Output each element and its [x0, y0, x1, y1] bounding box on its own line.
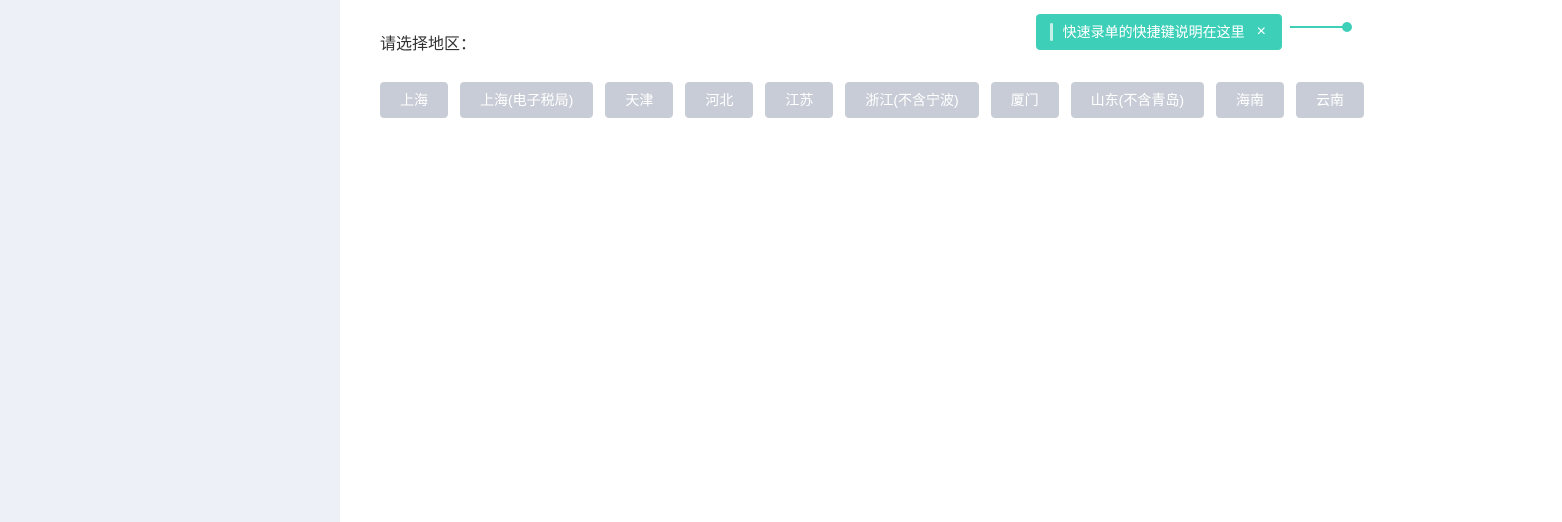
tooltip-connector-line — [1290, 26, 1348, 28]
region-button-hebei[interactable]: 河北 — [685, 82, 753, 118]
tooltip-close-button[interactable]: × — [1255, 24, 1268, 40]
tooltip-bar — [1050, 23, 1053, 41]
region-button-shanghai-etax[interactable]: 上海(电子税局) — [460, 82, 593, 118]
sidebar — [0, 0, 340, 522]
tooltip-banner: 快速录单的快捷键说明在这里 × — [1036, 14, 1282, 50]
region-button-hainan[interactable]: 海南 — [1216, 82, 1284, 118]
region-button-tianjin[interactable]: 天津 — [605, 82, 673, 118]
tooltip-text: 快速录单的快捷键说明在这里 — [1063, 22, 1245, 42]
region-button-yunnan[interactable]: 云南 — [1296, 82, 1364, 118]
main-content: 请选择地区： 上海上海(电子税局) 天津河北江苏浙江(不含宁波) 厦门山东(不含青岛… — [340, 0, 1562, 522]
region-button-jiangsu[interactable]: 江苏 — [765, 82, 833, 118]
tooltip-connector-dot — [1342, 22, 1352, 32]
region-buttons-container: 上海上海(电子税局) 天津河北江苏浙江(不含宁波) 厦门山东(不含青岛) 海南云南 — [380, 82, 1522, 118]
page-title: 请选择地区： — [380, 30, 1522, 54]
region-button-zhejiang[interactable]: 浙江(不含宁波) — [845, 82, 978, 118]
region-button-shanghai[interactable]: 上海 — [380, 82, 448, 118]
region-button-xiamen[interactable]: 厦门 — [991, 82, 1059, 118]
region-button-shandong[interactable]: 山东(不含青岛) — [1071, 82, 1204, 118]
